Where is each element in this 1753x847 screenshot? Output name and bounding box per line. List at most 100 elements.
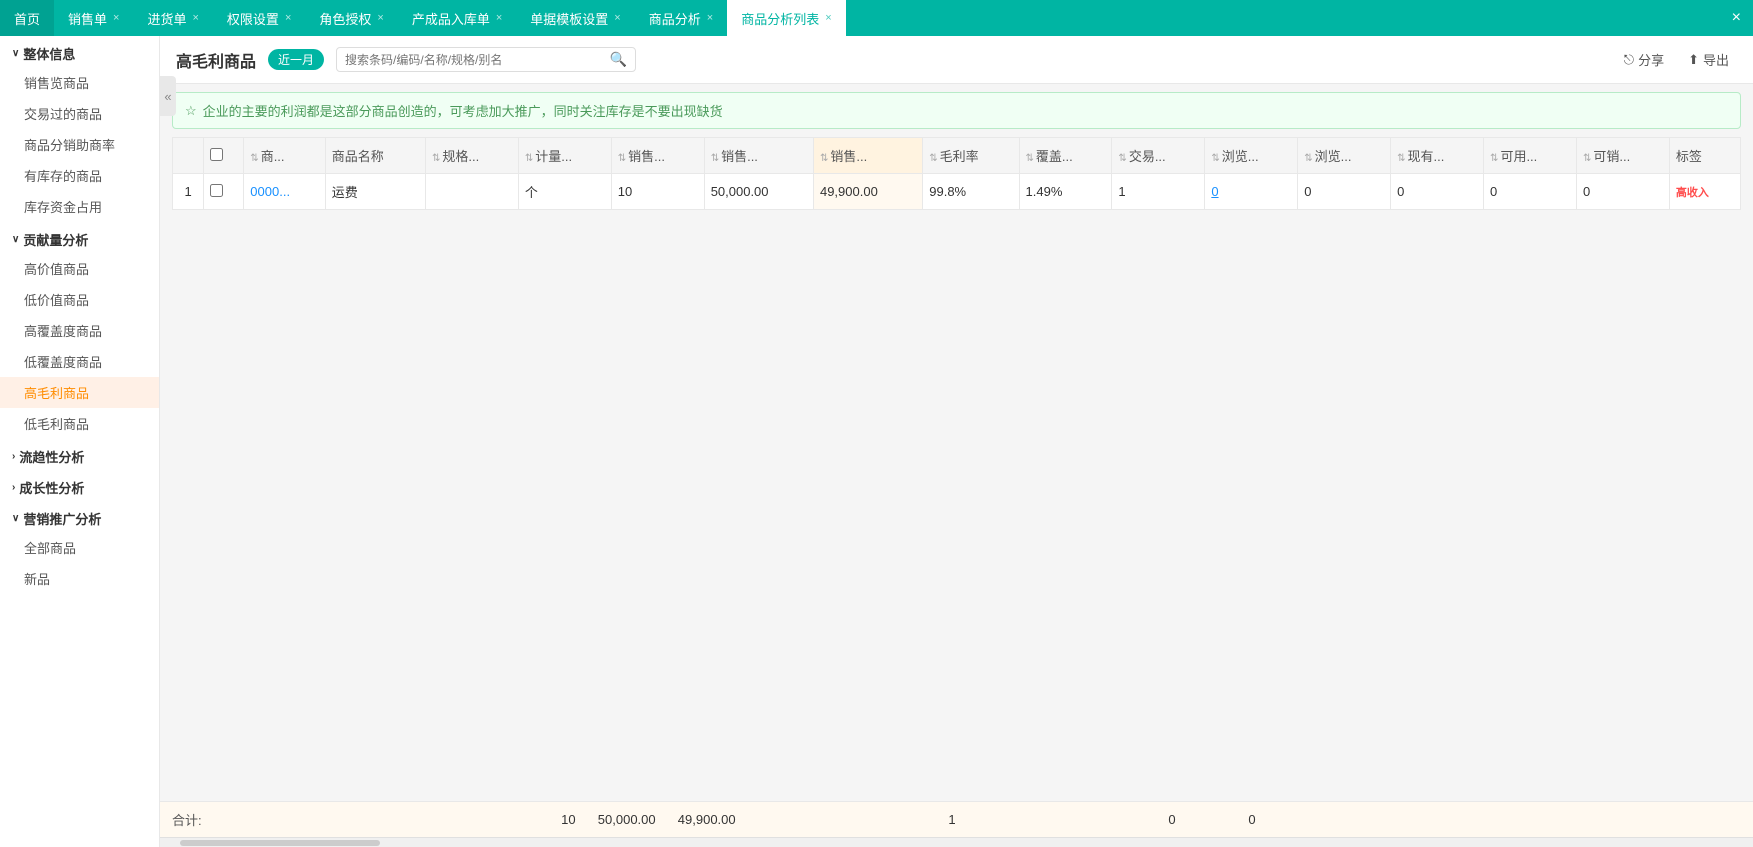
footer-cell-current: 0	[1102, 812, 1182, 827]
cell-spec	[425, 174, 518, 210]
nav-home[interactable]: 首页	[0, 0, 54, 36]
close-all-tabs[interactable]: ×	[1732, 9, 1753, 27]
total-label: 合计:	[172, 810, 202, 829]
th-browse1[interactable]: ⇅浏览...	[1205, 138, 1298, 174]
sidebar-group-growth[interactable]: › 成长性分析	[0, 470, 159, 501]
sidebar-item-new-goods[interactable]: 新品	[0, 563, 159, 594]
arrow-trend: ›	[12, 451, 15, 462]
th-sales3[interactable]: ⇅销售...	[813, 138, 922, 174]
nav-sales-order[interactable]: 销售单 ×	[54, 0, 133, 36]
nav-template-settings[interactable]: 单据模板设置 ×	[516, 0, 634, 36]
header-actions: ⎋ 分享 ⬆ 导出	[1616, 46, 1737, 73]
cell-code: 0000...	[244, 174, 325, 210]
sidebar-group-overall[interactable]: ∨ 整体信息	[0, 36, 159, 67]
footer-cell-browse1	[962, 812, 1032, 827]
th-trade[interactable]: ⇅交易...	[1112, 138, 1205, 174]
th-current[interactable]: ⇅现有...	[1391, 138, 1484, 174]
sidebar-item-high-value[interactable]: 高价值商品	[0, 253, 159, 284]
table-container: ⇅商... 商品名称 ⇅规格... ⇅计量... ⇅销售... ⇅销售... ⇅…	[160, 137, 1753, 801]
th-unit[interactable]: ⇅计量...	[518, 138, 611, 174]
sidebar: ∨ 整体信息 销售览商品 交易过的商品 商品分销助商率 有库存的商品 库存资金占…	[0, 36, 160, 847]
arrow-overall: ∨	[12, 48, 19, 59]
cell-sellable: 0	[1576, 174, 1669, 210]
table-row: 1 0000... 运费 个 10 50,000.00 49,900.00 99…	[173, 174, 1741, 210]
th-sales1[interactable]: ⇅销售...	[611, 138, 704, 174]
footer-cell-sales3: 49,900.00	[662, 812, 742, 827]
close-product-inbound[interactable]: ×	[496, 12, 502, 24]
share-button[interactable]: ⎋ 分享	[1616, 46, 1672, 73]
cell-sales1: 10	[611, 174, 704, 210]
th-gross-rate[interactable]: ⇅毛利率	[923, 138, 1019, 174]
footer-cell-sales1: 10	[502, 812, 582, 827]
close-product-analysis[interactable]: ×	[707, 12, 713, 24]
sidebar-item-low-coverage[interactable]: 低覆盖度商品	[0, 346, 159, 377]
total-values: 10 50,000.00 49,900.00 1 0 0	[222, 812, 1262, 827]
nav-permission-setting[interactable]: 权限设置 ×	[213, 0, 305, 36]
sidebar-item-sales-goods[interactable]: 销售览商品	[0, 67, 159, 98]
select-all-checkbox[interactable]	[210, 148, 223, 161]
footer-totals: 合计: 10 50,000.00 49,900.00 1 0 0	[160, 801, 1753, 837]
footer-cell-available: 0	[1182, 812, 1262, 827]
share-icon: ⎋	[1624, 52, 1634, 68]
th-browse2[interactable]: ⇅浏览...	[1298, 138, 1391, 174]
close-role-auth[interactable]: ×	[377, 12, 383, 24]
search-icon[interactable]: 🔍	[610, 51, 627, 68]
info-banner: ☆ 企业的主要的利润都是这部分商品创造的，可考虑加大推广，同时关注库存是不要出现…	[172, 92, 1741, 129]
close-product-analysis-list[interactable]: ×	[825, 12, 831, 24]
arrow-contribution: ∨	[12, 234, 19, 245]
time-filter-button[interactable]: 近一月	[268, 49, 324, 70]
th-spec[interactable]: ⇅规格...	[425, 138, 518, 174]
sidebar-item-low-gross[interactable]: 低毛利商品	[0, 408, 159, 439]
close-sales-order[interactable]: ×	[113, 12, 119, 24]
footer-cell-trade: 1	[882, 812, 962, 827]
th-checkbox	[204, 138, 244, 174]
sidebar-item-low-value[interactable]: 低价值商品	[0, 284, 159, 315]
content-area: « 高毛利商品 近一月 🔍 ⎋ 分享 ⬆ 导出 ☆	[160, 36, 1753, 847]
cell-sales2: 50,000.00	[704, 174, 813, 210]
nav-purchase-order[interactable]: 进货单 ×	[133, 0, 212, 36]
arrow-growth: ›	[12, 482, 15, 493]
sidebar-item-stock-capital[interactable]: 库存资金占用	[0, 191, 159, 222]
th-available[interactable]: ⇅可用...	[1484, 138, 1577, 174]
nav-product-analysis[interactable]: 商品分析 ×	[635, 0, 727, 36]
sidebar-item-high-coverage[interactable]: 高覆盖度商品	[0, 315, 159, 346]
th-coverage[interactable]: ⇅覆盖...	[1019, 138, 1112, 174]
th-sales2[interactable]: ⇅销售...	[704, 138, 813, 174]
top-navigation: 首页 销售单 × 进货单 × 权限设置 × 角色授权 × 产成品入库单 × 单据…	[0, 0, 1753, 36]
row-checkbox[interactable]	[210, 184, 223, 197]
cell-coverage: 1.49%	[1019, 174, 1112, 210]
cell-index: 1	[173, 174, 204, 210]
th-sellable[interactable]: ⇅可销...	[1576, 138, 1669, 174]
sidebar-item-traded-goods[interactable]: 交易过的商品	[0, 98, 159, 129]
cell-browse1[interactable]: 0	[1205, 174, 1298, 210]
close-purchase-order[interactable]: ×	[192, 12, 198, 24]
nav-product-analysis-list[interactable]: 商品分析列表 ×	[727, 0, 845, 36]
content-header: 高毛利商品 近一月 🔍 ⎋ 分享 ⬆ 导出	[160, 36, 1753, 84]
export-button[interactable]: ⬆ 导出	[1680, 46, 1737, 73]
th-code[interactable]: ⇅商...	[244, 138, 325, 174]
product-table: ⇅商... 商品名称 ⇅规格... ⇅计量... ⇅销售... ⇅销售... ⇅…	[172, 137, 1741, 210]
footer-cell-spacer1	[222, 812, 502, 827]
cell-browse2: 0	[1298, 174, 1391, 210]
scrollbar-thumb[interactable]	[180, 840, 380, 846]
sidebar-item-all-goods[interactable]: 全部商品	[0, 532, 159, 563]
main-layout: ∨ 整体信息 销售览商品 交易过的商品 商品分销助商率 有库存的商品 库存资金占…	[0, 36, 1753, 847]
sidebar-item-distribution-rate[interactable]: 商品分销助商率	[0, 129, 159, 160]
footer-cell-browse2	[1032, 812, 1102, 827]
nav-role-auth[interactable]: 角色授权 ×	[305, 0, 397, 36]
cell-checkbox	[204, 174, 244, 210]
close-permission-setting[interactable]: ×	[285, 12, 291, 24]
sidebar-group-trend[interactable]: › 流趋性分析	[0, 439, 159, 470]
nav-product-inbound[interactable]: 产成品入库单 ×	[398, 0, 516, 36]
sidebar-item-in-stock-goods[interactable]: 有库存的商品	[0, 160, 159, 191]
sidebar-group-contribution[interactable]: ∨ 贡献量分析	[0, 222, 159, 253]
footer-cell-spacer2	[742, 812, 882, 827]
sidebar-collapse-button[interactable]: «	[160, 76, 176, 116]
search-input[interactable]	[345, 53, 610, 67]
sidebar-group-marketing[interactable]: ∨ 营销推广分析	[0, 501, 159, 532]
bottom-scrollbar[interactable]	[160, 837, 1753, 847]
info-text: 企业的主要的利润都是这部分商品创造的，可考虑加大推广，同时关注库存是不要出现缺货	[203, 101, 723, 120]
close-template-settings[interactable]: ×	[614, 12, 620, 24]
sidebar-item-high-gross[interactable]: 高毛利商品	[0, 377, 159, 408]
cell-available: 0	[1484, 174, 1577, 210]
